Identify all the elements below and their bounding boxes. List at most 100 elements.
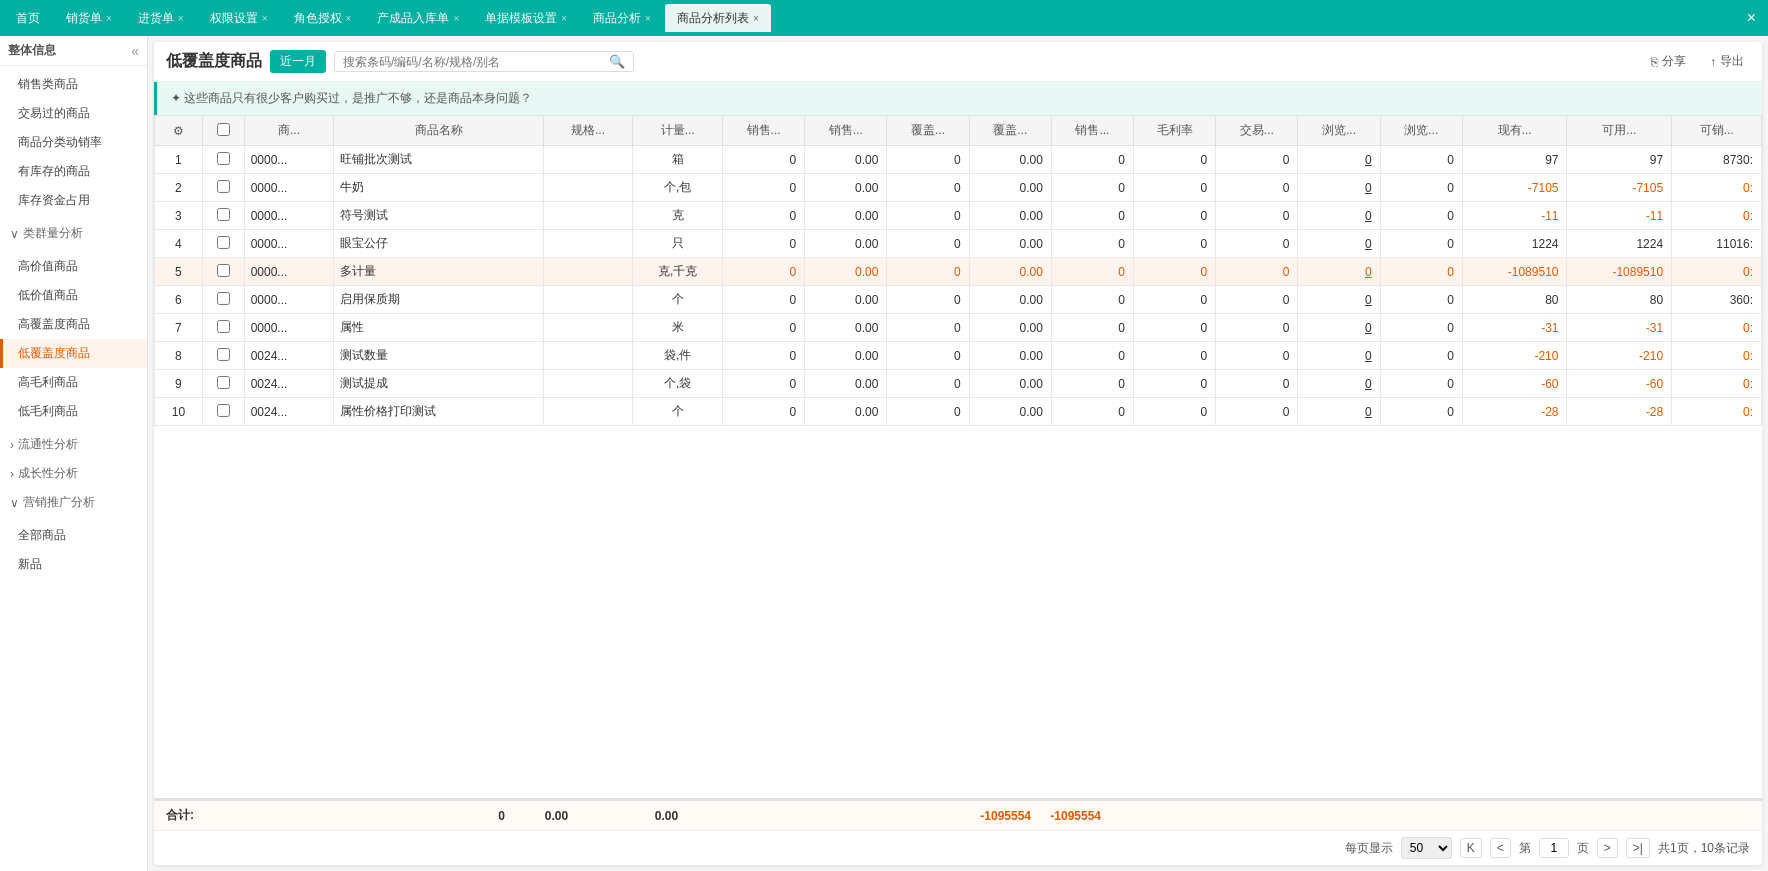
sidebar-item-capital[interactable]: 库存资金占用 [0,186,147,215]
col-cover1[interactable]: 覆盖... [887,116,969,146]
col-stock2[interactable]: 可用... [1567,116,1672,146]
col-sales2[interactable]: 销售... [805,116,887,146]
sidebar-group-marketing[interactable]: ∨ 营销推广分析 [0,488,147,517]
cell-view1[interactable]: 0 [1298,398,1380,426]
close-icon[interactable]: × [561,13,567,24]
sidebar-group-category[interactable]: ∨ 类群量分析 [0,219,147,248]
cell-view1[interactable]: 0 [1298,314,1380,342]
col-view1[interactable]: 浏览... [1298,116,1380,146]
cell-view1[interactable]: 0 [1298,370,1380,398]
cell-spec [543,286,633,314]
sidebar-item-low-value[interactable]: 低价值商品 [0,281,147,310]
sidebar-item-low-coverage[interactable]: 低覆盖度商品 [0,339,147,368]
row-checkbox[interactable] [217,320,230,333]
cell-view1[interactable]: 0 [1298,286,1380,314]
cell-checkbox[interactable] [202,314,244,342]
col-settings[interactable]: ⚙ [155,116,203,146]
cell-view1[interactable]: 0 [1298,202,1380,230]
cell-view1[interactable]: 0 [1298,258,1380,286]
last-page-button[interactable]: >| [1626,838,1650,858]
cell-view1[interactable]: 0 [1298,146,1380,174]
col-name[interactable]: 商品名称 [334,116,543,146]
nav-tab-instock[interactable]: 产成品入库单 × [365,4,471,32]
row-checkbox[interactable] [217,180,230,193]
cell-view1[interactable]: 0 [1298,230,1380,258]
close-icon[interactable]: × [453,13,459,24]
search-input[interactable] [343,55,609,69]
select-all-checkbox[interactable] [217,123,230,136]
close-icon[interactable]: × [262,13,268,24]
col-unit[interactable]: 计量... [633,116,723,146]
nav-tab-purchase[interactable]: 进货单 × [126,4,196,32]
table-container[interactable]: ⚙ 商... 商品名称 规格... [154,115,1762,798]
col-checkbox[interactable] [202,116,244,146]
sidebar-item-high-value[interactable]: 高价值商品 [0,252,147,281]
sidebar: 整体信息 « 销售类商品 交易过的商品 商品分类动销率 有库存的商品 库存资金占… [0,36,148,871]
sidebar-item-sales-goods[interactable]: 销售类商品 [0,70,147,99]
col-stock3[interactable]: 可销... [1672,116,1762,146]
nav-tab-analysis-list[interactable]: 商品分析列表 × [665,4,771,32]
row-checkbox[interactable] [217,236,230,249]
row-checkbox[interactable] [217,404,230,417]
cell-view1[interactable]: 0 [1298,174,1380,202]
close-icon[interactable]: × [178,13,184,24]
sidebar-item-category-rate[interactable]: 商品分类动销率 [0,128,147,157]
prev-page-button[interactable]: < [1490,838,1511,858]
close-icon[interactable]: × [645,13,651,24]
close-all-tabs-button[interactable]: × [1739,5,1764,31]
cell-checkbox[interactable] [202,146,244,174]
nav-tab-role[interactable]: 角色授权 × [282,4,364,32]
sidebar-item-low-margin[interactable]: 低毛利商品 [0,397,147,426]
close-icon[interactable]: × [753,13,759,24]
col-trade[interactable]: 交易... [1216,116,1298,146]
filter-recent-month-button[interactable]: 近一月 [270,50,326,73]
col-stock1[interactable]: 现有... [1462,116,1567,146]
sidebar-item-new-goods[interactable]: 新品 [0,550,147,579]
sidebar-item-high-coverage[interactable]: 高覆盖度商品 [0,310,147,339]
col-sales3[interactable]: 销售... [1051,116,1133,146]
sidebar-item-traded-goods[interactable]: 交易过的商品 [0,99,147,128]
row-checkbox[interactable] [217,292,230,305]
first-page-button[interactable]: K [1460,838,1482,858]
row-checkbox[interactable] [217,348,230,361]
nav-tab-home[interactable]: 首页 [4,4,52,32]
row-checkbox[interactable] [217,264,230,277]
sidebar-collapse-button[interactable]: « [131,43,139,59]
col-cover2[interactable]: 覆盖... [969,116,1051,146]
share-button[interactable]: ⎘ 分享 [1645,50,1692,73]
next-page-button[interactable]: > [1597,838,1618,858]
page-size-select[interactable]: 50 20 100 [1401,837,1452,859]
cell-checkbox[interactable] [202,398,244,426]
row-checkbox[interactable] [217,208,230,221]
nav-tab-sales[interactable]: 销货单 × [54,4,124,32]
sidebar-group-flow[interactable]: › 流通性分析 [0,430,147,459]
cell-checkbox[interactable] [202,202,244,230]
sidebar-group-growth[interactable]: › 成长性分析 [0,459,147,488]
col-code[interactable]: 商... [244,116,334,146]
sidebar-item-stocked-goods[interactable]: 有库存的商品 [0,157,147,186]
row-checkbox[interactable] [217,376,230,389]
col-sales1[interactable]: 销售... [723,116,805,146]
row-checkbox[interactable] [217,152,230,165]
col-margin[interactable]: 毛利率 [1134,116,1216,146]
sidebar-item-all-goods[interactable]: 全部商品 [0,521,147,550]
chevron-right-icon: › [10,438,14,452]
cell-checkbox[interactable] [202,174,244,202]
cell-checkbox[interactable] [202,258,244,286]
col-spec[interactable]: 规格... [543,116,633,146]
cell-checkbox[interactable] [202,370,244,398]
nav-tab-analysis[interactable]: 商品分析 × [581,4,663,32]
cell-checkbox[interactable] [202,230,244,258]
close-icon[interactable]: × [346,13,352,24]
cell-checkbox[interactable] [202,342,244,370]
nav-tab-permission[interactable]: 权限设置 × [198,4,280,32]
export-button[interactable]: ↑ 导出 [1704,50,1750,73]
close-icon[interactable]: × [106,13,112,24]
cell-view1[interactable]: 0 [1298,342,1380,370]
sidebar-item-high-margin[interactable]: 高毛利商品 [0,368,147,397]
nav-tab-template[interactable]: 单据模板设置 × [473,4,579,32]
col-view2[interactable]: 浏览... [1380,116,1462,146]
page-number-input[interactable] [1539,838,1569,858]
cell-cover1: 0 [887,174,969,202]
cell-checkbox[interactable] [202,286,244,314]
